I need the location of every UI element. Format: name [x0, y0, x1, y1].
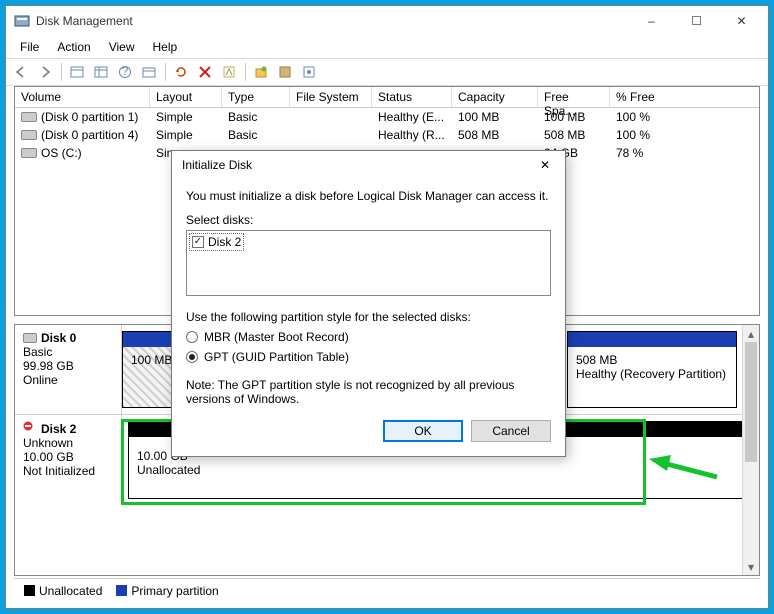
disk-type: Basic [23, 345, 113, 359]
help-icon[interactable]: ? [114, 61, 136, 83]
volume-icon [21, 148, 37, 158]
select-disks-label: Select disks: [186, 213, 551, 227]
forward-button[interactable] [34, 61, 56, 83]
col-freespace[interactable]: Free Spa... [538, 87, 610, 107]
col-layout[interactable]: Layout [150, 87, 222, 107]
col-volume[interactable]: Volume [15, 87, 150, 107]
menu-action[interactable]: Action [49, 38, 98, 56]
vertical-scrollbar[interactable]: ▴ ▾ [742, 325, 759, 575]
col-status[interactable]: Status [372, 87, 452, 107]
close-button[interactable]: ✕ [719, 7, 764, 35]
settings-icon[interactable] [298, 61, 320, 83]
annotation-arrow-icon [649, 455, 719, 486]
legend-swatch-unallocated [24, 585, 35, 596]
svg-text:?: ? [122, 65, 129, 78]
view-list-icon[interactable] [66, 61, 88, 83]
window-title: Disk Management [36, 14, 629, 28]
menu-file[interactable]: File [12, 38, 47, 56]
radio-mbr[interactable] [186, 331, 198, 343]
view-detail-icon[interactable] [90, 61, 112, 83]
titlebar[interactable]: Disk Management – ☐ ✕ [6, 6, 768, 36]
scroll-thumb[interactable] [745, 342, 757, 462]
disk-select-list[interactable]: Disk 2 [186, 230, 551, 296]
radio-gpt-row[interactable]: GPT (GUID Partition Table) [186, 350, 551, 364]
col-filesystem[interactable]: File System [290, 87, 372, 107]
menu-view[interactable]: View [101, 38, 143, 56]
volume-icon [21, 130, 37, 140]
table-row[interactable]: (Disk 0 partition 1) Simple Basic Health… [15, 108, 759, 126]
radio-mbr-row[interactable]: MBR (Master Boot Record) [186, 330, 551, 344]
disk-size: 10.00 GB [23, 450, 113, 464]
col-pctfree[interactable]: % Free [610, 87, 759, 107]
dialog-note: Note: The GPT partition style is not rec… [186, 378, 551, 406]
dialog-titlebar[interactable]: Initialize Disk ✕ [172, 151, 565, 179]
col-capacity[interactable]: Capacity [452, 87, 538, 107]
properties-icon[interactable] [218, 61, 240, 83]
column-headers: Volume Layout Type File System Status Ca… [15, 87, 759, 108]
toolbar: ? [6, 58, 768, 86]
partition-size: 100 MB [131, 353, 168, 367]
scroll-up-icon[interactable]: ▴ [743, 325, 759, 342]
maximize-button[interactable]: ☐ [674, 7, 719, 35]
partition-size: 508 MB [576, 353, 728, 367]
minimize-button[interactable]: – [629, 7, 674, 35]
partition-style-label: Use the following partition style for th… [186, 310, 551, 324]
dialog-title: Initialize Disk [182, 158, 531, 172]
disk-icon [23, 333, 37, 343]
refresh-icon[interactable] [170, 61, 192, 83]
calendar-icon[interactable] [138, 61, 160, 83]
back-button[interactable] [10, 61, 32, 83]
main-window: Disk Management – ☐ ✕ File Action View H… [5, 5, 769, 609]
action-icon[interactable] [274, 61, 296, 83]
partition-desc: Healthy (Recovery Partition) [576, 367, 728, 381]
menu-help[interactable]: Help [145, 38, 186, 56]
checkbox-disk2[interactable] [192, 236, 204, 248]
col-type[interactable]: Type [222, 87, 290, 107]
table-row[interactable]: (Disk 0 partition 4) Simple Basic Health… [15, 126, 759, 144]
legend: Unallocated Primary partition [14, 578, 760, 602]
scroll-down-icon[interactable]: ▾ [743, 558, 759, 575]
disk-checkbox-row[interactable]: Disk 2 [189, 233, 244, 251]
partition[interactable]: 100 MB [122, 331, 177, 408]
disk-size: 99.98 GB [23, 359, 113, 373]
app-icon [14, 13, 30, 29]
disk-state: Not Initialized [23, 464, 113, 478]
disk-state: Online [23, 373, 113, 387]
volume-icon [21, 112, 37, 122]
new-folder-icon[interactable] [250, 61, 272, 83]
menu-bar: File Action View Help [6, 36, 768, 58]
disk-item-label: Disk 2 [208, 235, 241, 249]
radio-gpt[interactable] [186, 351, 198, 363]
dialog-message: You must initialize a disk before Logica… [186, 189, 551, 203]
disk-type: Unknown [23, 436, 113, 450]
disk-name: Disk 2 [41, 422, 76, 436]
partition[interactable]: 508 MB Healthy (Recovery Partition) [567, 331, 737, 408]
ok-button[interactable]: OK [383, 420, 463, 442]
delete-icon[interactable] [194, 61, 216, 83]
cancel-button[interactable]: Cancel [471, 420, 551, 442]
disk-error-icon [23, 421, 37, 431]
dialog-close-icon[interactable]: ✕ [531, 158, 559, 172]
legend-swatch-primary [116, 585, 127, 596]
disk-name: Disk 0 [41, 331, 76, 345]
initialize-disk-dialog: Initialize Disk ✕ You must initialize a … [171, 150, 566, 457]
